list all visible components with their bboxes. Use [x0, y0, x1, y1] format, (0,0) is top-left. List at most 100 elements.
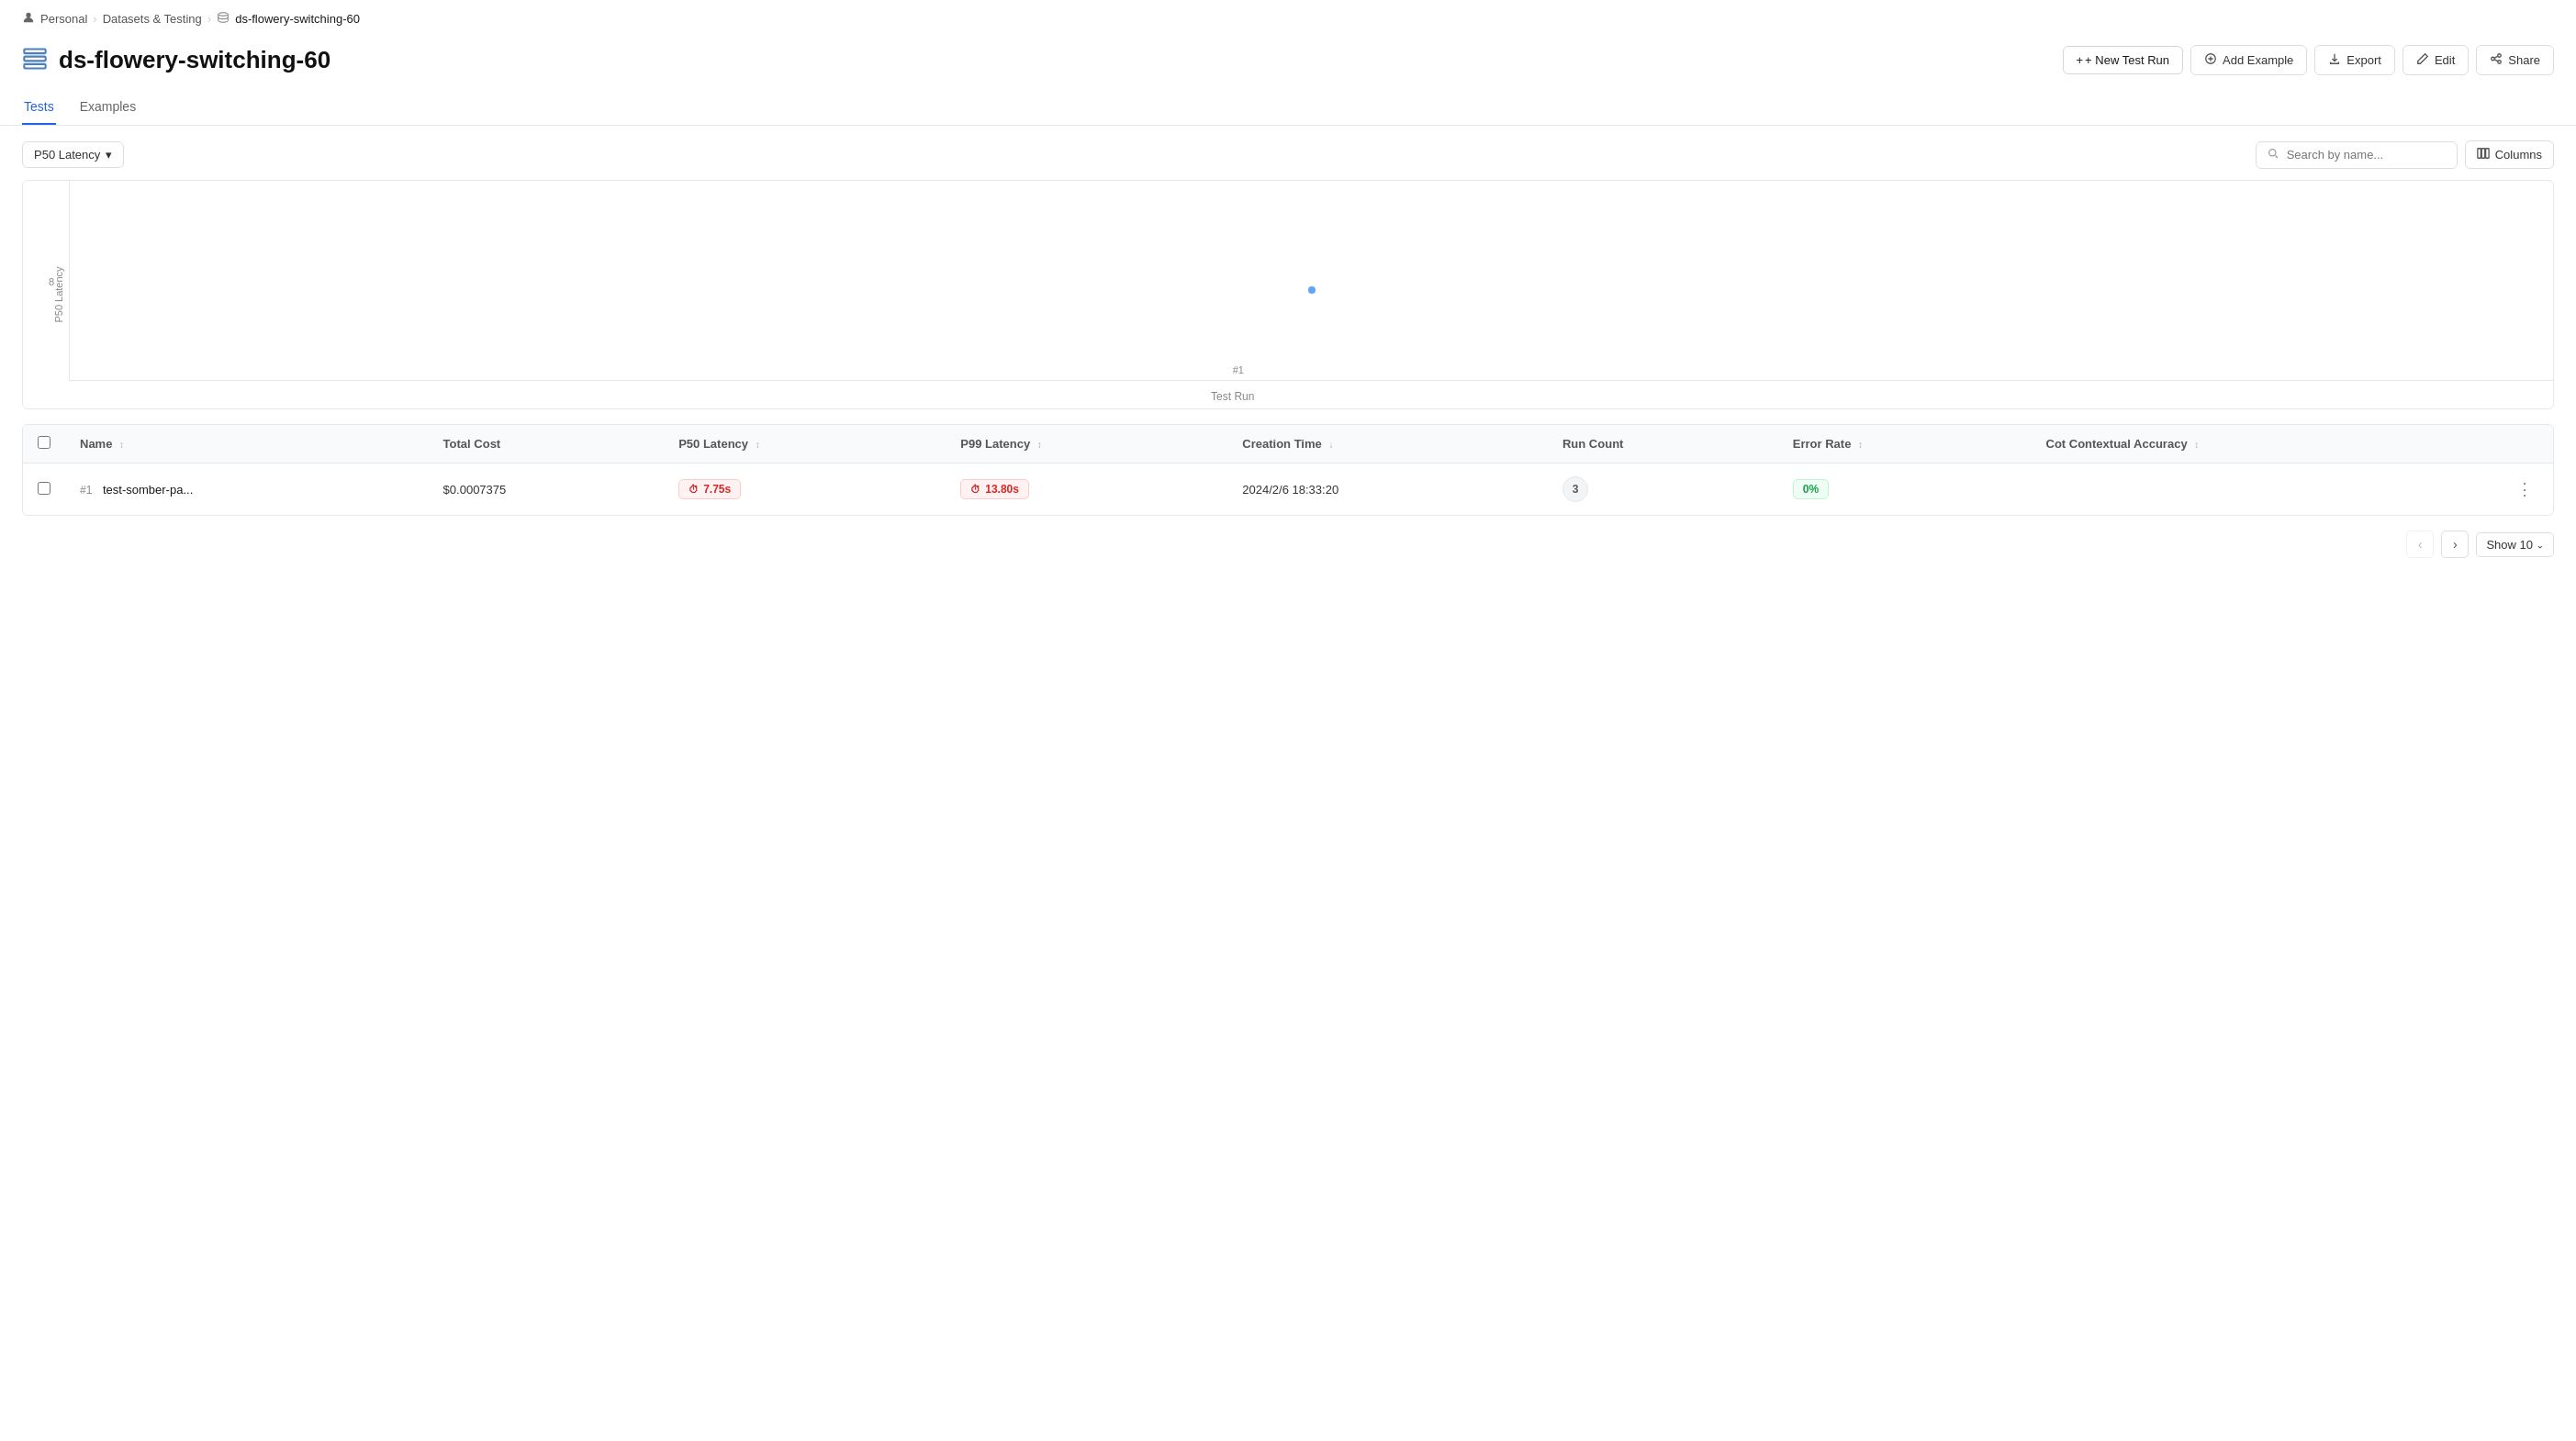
add-example-button[interactable]: Add Example	[2190, 45, 2307, 75]
col-error-rate[interactable]: Error Rate ↕	[1778, 425, 2032, 464]
page-header: ds-flowery-switching-60 + + New Test Run…	[0, 38, 2576, 90]
tab-bar: Tests Examples	[0, 90, 2576, 126]
chart-y-label: P50 Latency	[53, 266, 64, 322]
col-name[interactable]: Name ↕	[65, 425, 429, 464]
export-button[interactable]: Export	[2314, 45, 2395, 75]
toolbar-right: Columns	[2256, 140, 2554, 169]
row-checkbox[interactable]	[38, 482, 50, 495]
chart-inner	[69, 181, 2553, 381]
columns-button[interactable]: Columns	[2465, 140, 2554, 169]
cot-sort-icon: ↕	[2194, 440, 2199, 450]
col-cot-accuracy[interactable]: Cot Contextual Accuracy ↕	[2032, 425, 2497, 464]
col-p50-latency[interactable]: P50 Latency ↕	[664, 425, 946, 464]
row-checkbox-cell	[23, 464, 65, 516]
p99-sort-icon: ↕	[1037, 440, 1042, 450]
breadcrumb-datasets[interactable]: Datasets & Testing	[103, 12, 202, 26]
show-count-chevron: ⌃	[2537, 540, 2544, 550]
svg-point-6	[2268, 149, 2275, 155]
svg-rect-9	[2485, 149, 2489, 159]
add-example-label: Add Example	[2223, 53, 2293, 67]
col-p99-latency[interactable]: P99 Latency ↕	[946, 425, 1227, 464]
p50-badge: ⏱ 7.75s	[678, 479, 741, 499]
col-creation-time[interactable]: Creation Time ↓	[1227, 425, 1548, 464]
svg-rect-2	[24, 50, 45, 54]
run-name[interactable]: test-somber-pa...	[103, 483, 193, 497]
header-actions: + + New Test Run Add Example Export Edit	[2063, 45, 2555, 75]
breadcrumb: Personal › Datasets & Testing › ds-flowe…	[0, 0, 2576, 38]
runs-table: Name ↕ Total Cost P50 Latency ↕ P99 Late…	[23, 425, 2553, 515]
edit-label: Edit	[2435, 53, 2455, 67]
row-error-rate-cell: 0%	[1778, 464, 2032, 516]
svg-rect-4	[24, 64, 45, 69]
p50-latency-label: P50 Latency	[34, 148, 100, 162]
new-test-run-button[interactable]: + + New Test Run	[2063, 46, 2183, 74]
plus-icon: +	[2077, 53, 2084, 67]
creation-time-value: 2024/2/6 18:33:20	[1242, 483, 1338, 497]
tab-tests[interactable]: Tests	[22, 90, 56, 125]
breadcrumb-current: ds-flowery-switching-60	[235, 12, 360, 26]
creation-time-sort-icon: ↓	[1328, 440, 1333, 450]
export-icon	[2328, 52, 2341, 68]
share-button[interactable]: Share	[2476, 45, 2554, 75]
toolbar: P50 Latency ▾ Columns	[0, 140, 2576, 180]
columns-label: Columns	[2495, 148, 2542, 162]
svg-point-1	[218, 13, 229, 17]
row-menu-cell: ⋮	[2496, 464, 2553, 516]
col-actions-header	[2496, 425, 2553, 464]
header-left: ds-flowery-switching-60	[22, 46, 330, 74]
chart-y-value: 8	[49, 276, 54, 287]
breadcrumb-sep-1: ›	[93, 12, 96, 26]
chart-x-axis-label: Test Run	[1211, 390, 1254, 403]
breadcrumb-personal[interactable]: Personal	[40, 12, 87, 26]
chart-data-point	[1308, 286, 1316, 294]
chart-x-label: #1	[1233, 364, 1244, 375]
row-creation-time-cell: 2024/2/6 18:33:20	[1227, 464, 1548, 516]
run-count-badge: 3	[1562, 476, 1588, 502]
page-title: ds-flowery-switching-60	[59, 46, 330, 74]
p50-latency-dropdown[interactable]: P50 Latency ▾	[22, 141, 124, 168]
columns-icon	[2477, 147, 2490, 162]
error-rate-sort-icon: ↕	[1858, 440, 1863, 450]
p99-value: 13.80s	[985, 483, 1019, 496]
share-label: Share	[2508, 53, 2540, 67]
user-icon	[22, 11, 35, 27]
tab-examples[interactable]: Examples	[78, 90, 138, 125]
breadcrumb-sep-2: ›	[207, 12, 211, 26]
checkbox-header	[23, 425, 65, 464]
search-input[interactable]	[2287, 148, 2446, 162]
p50-sort-icon: ↕	[756, 440, 760, 450]
toolbar-left: P50 Latency ▾	[22, 141, 124, 168]
edit-button[interactable]: Edit	[2402, 45, 2469, 75]
next-page-button[interactable]: ›	[2441, 531, 2469, 558]
select-all-checkbox[interactable]	[38, 436, 50, 449]
export-label: Export	[2346, 53, 2381, 67]
p50-value: 7.75s	[703, 483, 731, 496]
pagination: ‹ › Show 10 ⌃	[0, 516, 2576, 573]
svg-rect-7	[2478, 149, 2481, 159]
svg-rect-3	[24, 57, 45, 61]
add-example-icon	[2204, 52, 2217, 68]
p50-clock-icon: ⏱	[689, 484, 699, 495]
prev-icon: ‹	[2418, 537, 2423, 552]
table-header-row: Name ↕ Total Cost P50 Latency ↕ P99 Late…	[23, 425, 2553, 464]
search-box	[2256, 141, 2458, 169]
search-icon	[2268, 148, 2279, 162]
row-run-count-cell: 3	[1548, 464, 1778, 516]
col-total-cost: Total Cost	[429, 425, 665, 464]
error-rate-badge: 0%	[1793, 479, 1829, 499]
row-menu-button[interactable]: ⋮	[2511, 477, 2538, 501]
chevron-down-icon: ▾	[106, 148, 112, 162]
svg-rect-8	[2481, 149, 2485, 159]
total-cost-value: $0.0007375	[443, 483, 507, 497]
run-number: #1	[80, 484, 92, 497]
table-row: #1 test-somber-pa... $0.0007375 ⏱ 7.75s …	[23, 464, 2553, 516]
row-p99-cell: ⏱ 13.80s	[946, 464, 1227, 516]
show-count-selector[interactable]: Show 10 ⌃	[2476, 532, 2554, 557]
db-breadcrumb-icon	[217, 11, 230, 27]
chart-area: P50 Latency 8 #1 Test Run	[22, 180, 2554, 409]
svg-point-0	[26, 13, 30, 17]
prev-page-button[interactable]: ‹	[2406, 531, 2434, 558]
row-p50-cell: ⏱ 7.75s	[664, 464, 946, 516]
table-container: Name ↕ Total Cost P50 Latency ↕ P99 Late…	[22, 424, 2554, 516]
name-sort-icon: ↕	[119, 440, 124, 450]
